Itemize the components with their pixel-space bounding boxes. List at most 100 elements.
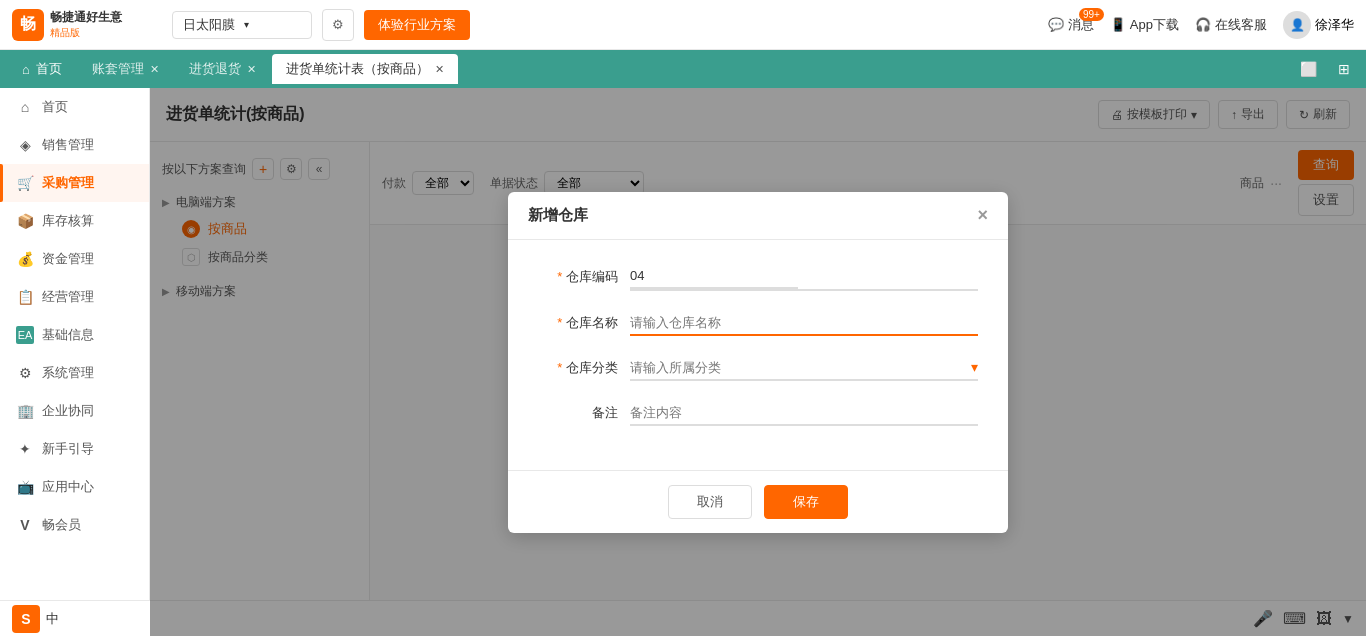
header-right: 💬 消息 99+ 📱 App下载 🎧 在线客服 👤 徐泽华 — [1048, 11, 1354, 39]
logo-text-group: 畅捷通好生意 精品版 — [50, 9, 122, 40]
sidebar-item-finance[interactable]: 💰 资金管理 — [0, 240, 149, 278]
dialog-footer: 取消 保存 — [508, 470, 1008, 533]
tab-restore-button[interactable]: ⬜ — [1294, 55, 1322, 83]
name-required-mark: * — [557, 315, 562, 330]
tab-purchase-stat[interactable]: 进货单统计表（按商品） ✕ — [272, 54, 458, 84]
code-input-wrap — [630, 264, 978, 291]
guide-icon: ✦ — [16, 440, 34, 458]
sidebar-item-inventory[interactable]: 📦 库存核算 — [0, 202, 149, 240]
dialog-close-button[interactable]: × — [977, 206, 988, 224]
app-badge: 精品版 — [50, 26, 122, 40]
online-service-button[interactable]: 🎧 在线客服 — [1195, 16, 1267, 34]
modal-overlay[interactable]: 新增仓库 × * 仓库编码 — [150, 88, 1366, 636]
tab-billing-label: 账套管理 — [92, 60, 144, 78]
headset-icon: 🎧 — [1195, 17, 1211, 32]
inventory-icon: 📦 — [16, 212, 34, 230]
basic-info-icon: EA — [16, 326, 34, 344]
tab-purchase-stat-close-icon[interactable]: ✕ — [435, 63, 444, 76]
sidebar-item-purchase-label: 采购管理 — [42, 174, 94, 192]
code-label: * 仓库编码 — [538, 268, 618, 286]
category-select-wrap: ▾ — [630, 356, 978, 381]
sidebar-item-enterprise[interactable]: 🏢 企业协同 — [0, 392, 149, 430]
enterprise-icon: 🏢 — [16, 402, 34, 420]
category-dropdown-icon[interactable]: ▾ — [971, 359, 978, 375]
save-button[interactable]: 保存 — [764, 485, 848, 519]
home-icon: ⌂ — [22, 62, 30, 77]
purchase-icon: 🛒 — [16, 174, 34, 192]
app-name: 畅捷通好生意 — [50, 9, 122, 26]
system-icon: ⚙ — [16, 364, 34, 382]
tab-home-label: 首页 — [36, 60, 62, 78]
form-row-category: * 仓库分类 ▾ — [538, 356, 978, 381]
name-label: * 仓库名称 — [538, 314, 618, 332]
main-layout: ⌂ 首页 ◈ 销售管理 🛒 采购管理 📦 库存核算 💰 资金管理 📋 经营管理 … — [0, 88, 1366, 636]
sidebar-item-app-center[interactable]: 📺 应用中心 — [0, 468, 149, 506]
tab-billing[interactable]: 账套管理 ✕ — [78, 54, 173, 84]
sidebar-item-sales-label: 销售管理 — [42, 136, 94, 154]
form-row-note: 备注 — [538, 401, 978, 426]
store-arrow-icon: ▾ — [244, 19, 301, 30]
sidebar-item-system-label: 系统管理 — [42, 364, 94, 382]
top-header: 畅 畅捷通好生意 精品版 日太阳膜 ▾ ⚙ 体验行业方案 💬 消息 99+ 📱 … — [0, 0, 1366, 50]
category-input[interactable] — [630, 356, 971, 379]
tab-purchase-return-close-icon[interactable]: ✕ — [247, 63, 256, 76]
sidebar-item-inventory-label: 库存核算 — [42, 212, 94, 230]
sales-icon: ◈ — [16, 136, 34, 154]
sidebar-item-purchase[interactable]: 🛒 采购管理 — [0, 164, 149, 202]
sidebar-item-enterprise-label: 企业协同 — [42, 402, 94, 420]
note-label: 备注 — [538, 404, 618, 422]
content-area: 进货单统计(按商品) 🖨 按模板打印 ▾ ↑ 导出 ↻ 刷新 — [150, 88, 1366, 636]
message-badge: 99+ — [1079, 8, 1104, 21]
sidebar-item-basic-info[interactable]: EA 基础信息 — [0, 316, 149, 354]
trial-button[interactable]: 体验行业方案 — [364, 10, 470, 40]
tab-bar: ⌂ 首页 账套管理 ✕ 进货退货 ✕ 进货单统计表（按商品） ✕ ⬜ ⊞ — [0, 50, 1366, 88]
category-label: * 仓库分类 — [538, 359, 618, 377]
category-required-mark: * — [557, 360, 562, 375]
dialog-header: 新增仓库 × — [508, 192, 1008, 240]
sidebar-item-system[interactable]: ⚙ 系统管理 — [0, 354, 149, 392]
operations-icon: 📋 — [16, 288, 34, 306]
sidebar: ⌂ 首页 ◈ 销售管理 🛒 采购管理 📦 库存核算 💰 资金管理 📋 经营管理 … — [0, 88, 150, 636]
vip-icon: V — [16, 516, 34, 534]
app-center-icon: 📺 — [16, 478, 34, 496]
name-input-wrap — [630, 311, 978, 336]
sidebar-item-guide-label: 新手引导 — [42, 440, 94, 458]
tab-purchase-stat-label: 进货单统计表（按商品） — [286, 60, 429, 78]
code-input[interactable] — [630, 264, 798, 289]
app-download-button[interactable]: 📱 App下载 — [1110, 16, 1179, 34]
tab-purchase-return[interactable]: 进货退货 ✕ — [175, 54, 270, 84]
tab-billing-close-icon[interactable]: ✕ — [150, 63, 159, 76]
finance-icon: 💰 — [16, 250, 34, 268]
user-name: 徐泽华 — [1315, 16, 1354, 34]
name-input[interactable] — [630, 311, 978, 334]
sidebar-item-app-center-label: 应用中心 — [42, 478, 94, 496]
add-warehouse-dialog: 新增仓库 × * 仓库编码 — [508, 192, 1008, 533]
user-avatar-area[interactable]: 👤 徐泽华 — [1283, 11, 1354, 39]
sidebar-item-finance-label: 资金管理 — [42, 250, 94, 268]
active-indicator — [0, 164, 3, 202]
app-download-icon: 📱 — [1110, 17, 1126, 32]
sidebar-item-sales[interactable]: ◈ 销售管理 — [0, 126, 149, 164]
bottom-logo: S — [12, 605, 40, 633]
form-row-name: * 仓库名称 — [538, 311, 978, 336]
bottom-left: S 中 — [12, 605, 59, 633]
message-icon: 💬 — [1048, 17, 1064, 32]
note-input-wrap — [630, 401, 978, 426]
settings-button[interactable]: ⚙ — [322, 9, 354, 41]
sidebar-item-operations[interactable]: 📋 经营管理 — [0, 278, 149, 316]
sidebar-item-home-label: 首页 — [42, 98, 68, 116]
sidebar-item-guide[interactable]: ✦ 新手引导 — [0, 430, 149, 468]
tab-home[interactable]: ⌂ 首页 — [8, 54, 76, 84]
app-download-label: App下载 — [1130, 16, 1179, 34]
app-logo-icon: 畅 — [12, 9, 44, 41]
cancel-button[interactable]: 取消 — [668, 485, 752, 519]
logo-area: 畅 畅捷通好生意 精品版 — [12, 9, 162, 41]
note-input[interactable] — [630, 401, 978, 424]
avatar: 👤 — [1283, 11, 1311, 39]
sidebar-item-vip[interactable]: V 畅会员 — [0, 506, 149, 544]
message-button[interactable]: 💬 消息 99+ — [1048, 16, 1094, 34]
tab-purchase-return-label: 进货退货 — [189, 60, 241, 78]
tab-expand-button[interactable]: ⊞ — [1330, 55, 1358, 83]
store-selector[interactable]: 日太阳膜 ▾ — [172, 11, 312, 39]
sidebar-item-home[interactable]: ⌂ 首页 — [0, 88, 149, 126]
